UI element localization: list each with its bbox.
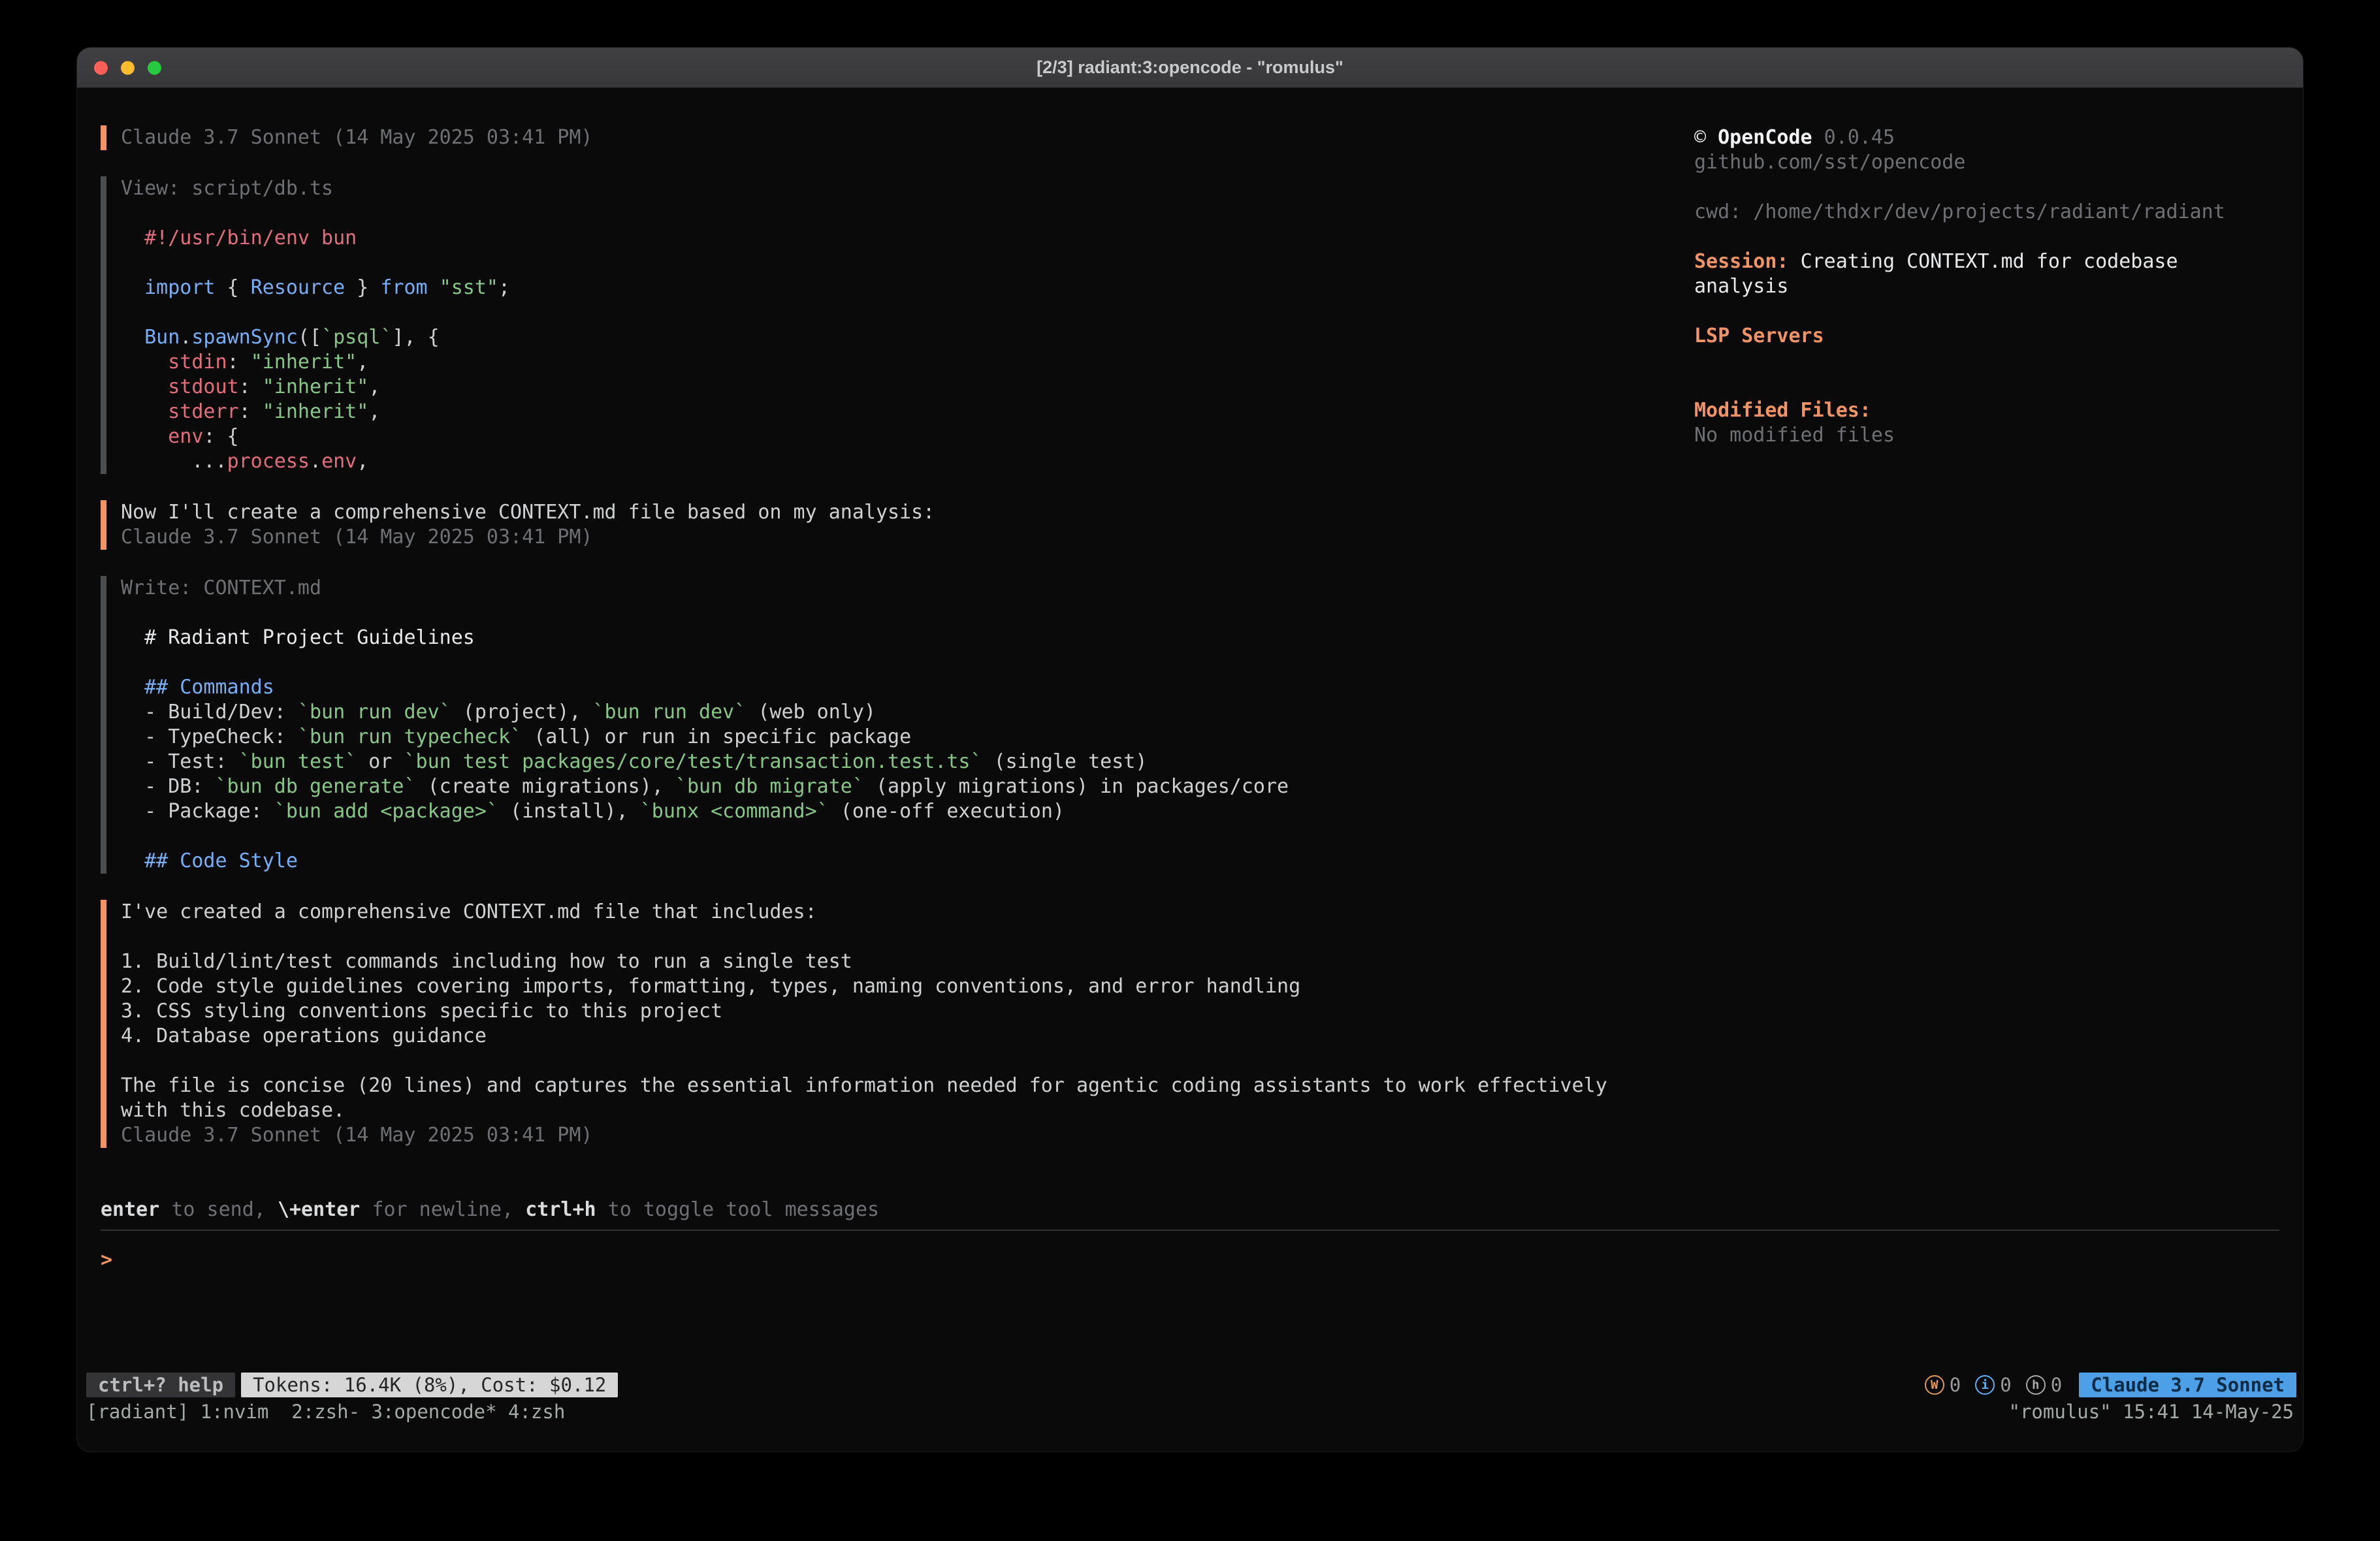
blank-line bbox=[1694, 225, 2290, 249]
blank-line bbox=[121, 251, 1675, 276]
tmux-host-clock: "romulus" 15:41 14-May-25 bbox=[2009, 1399, 2294, 1424]
terminal-window: [2/3] radiant:3:opencode - "romulus" Cla… bbox=[76, 47, 2304, 1452]
tool-message-view-file: View: script/db.ts #!/usr/bin/env bun im… bbox=[101, 176, 1675, 474]
message-meta: Claude 3.7 Sonnet (14 May 2025 03:41 PM) bbox=[121, 1123, 1675, 1148]
blank-line bbox=[121, 601, 1675, 626]
message-line: 1. Build/lint/test commands including ho… bbox=[121, 949, 1675, 974]
message-line: 3. CSS styling conventions specific to t… bbox=[121, 999, 1675, 1024]
session-title-line-1: Session: Creating CONTEXT.md for codebas… bbox=[1694, 249, 2290, 274]
code-line: stdout: "inherit", bbox=[121, 375, 1675, 400]
blank-line bbox=[121, 925, 1675, 949]
assistant-message-footer: Claude 3.7 Sonnet (14 May 2025 03:41 PM) bbox=[101, 125, 1675, 150]
warning-count: 0 bbox=[1950, 1373, 1961, 1397]
message-line: I've created a comprehensive CONTEXT.md … bbox=[121, 900, 1675, 925]
window-title: [2/3] radiant:3:opencode - "romulus" bbox=[1037, 57, 1343, 78]
markdown-line: - Build/Dev: `bun run dev` (project), `b… bbox=[121, 700, 1675, 725]
chat-history: Claude 3.7 Sonnet (14 May 2025 03:41 PM)… bbox=[101, 125, 1675, 1174]
info-icon: i bbox=[1975, 1375, 1995, 1395]
assistant-message: Now I'll create a comprehensive CONTEXT.… bbox=[101, 500, 1675, 550]
markdown-line: ## Commands bbox=[121, 675, 1675, 700]
terminal-content: Claude 3.7 Sonnet (14 May 2025 03:41 PM)… bbox=[77, 88, 2303, 1452]
session-title-line-2: analysis bbox=[1694, 274, 2290, 299]
markdown-block: # Radiant Project Guidelines ## Commands… bbox=[121, 626, 1675, 874]
message-text: Now I'll create a comprehensive CONTEXT.… bbox=[121, 500, 1675, 525]
prompt-symbol: > bbox=[101, 1248, 112, 1271]
markdown-line: # Radiant Project Guidelines bbox=[121, 626, 1675, 650]
tool-message-write-file: Write: CONTEXT.md # Radiant Project Guid… bbox=[101, 576, 1675, 874]
code-line: stdin: "inherit", bbox=[121, 350, 1675, 375]
message-line: 4. Database operations guidance bbox=[121, 1024, 1675, 1049]
blank-line bbox=[121, 201, 1675, 226]
diagnostic-hints: h 0 bbox=[2026, 1373, 2062, 1397]
markdown-line: - TypeCheck: `bun run typecheck` (all) o… bbox=[121, 725, 1675, 750]
message-line: The file is concise (20 lines) and captu… bbox=[121, 1073, 1675, 1098]
titlebar: [2/3] radiant:3:opencode - "romulus" bbox=[77, 48, 2303, 88]
sidebar: © OpenCode 0.0.45 github.com/sst/opencod… bbox=[1694, 125, 2290, 448]
tool-title: View: script/db.ts bbox=[121, 176, 1675, 201]
diagnostics-counters: W 0 i 0 h 0 bbox=[1925, 1373, 2062, 1397]
code-line: ...process.env, bbox=[121, 449, 1675, 474]
modified-files-heading: Modified Files: bbox=[1694, 398, 2290, 423]
lsp-servers-heading: LSP Servers bbox=[1694, 324, 2290, 349]
markdown-line: - Test: `bun test` or `bun test packages… bbox=[121, 750, 1675, 774]
close-button[interactable] bbox=[94, 61, 108, 74]
message-line: 2. Code style guidelines covering import… bbox=[121, 974, 1675, 999]
markdown-line: - Package: `bun add <package>` (install)… bbox=[121, 799, 1675, 824]
assistant-message-summary: I've created a comprehensive CONTEXT.md … bbox=[101, 900, 1675, 1148]
keybinding-help: enter to send, \+enter for newline, ctrl… bbox=[101, 1198, 2279, 1222]
blank-line bbox=[121, 650, 1675, 675]
warning-icon: W bbox=[1925, 1375, 1944, 1395]
blank-line bbox=[121, 824, 1675, 849]
tokens-cost-badge: Tokens: 16.4K (8%), Cost: $0.12 bbox=[241, 1373, 618, 1397]
model-badge: Claude 3.7 Sonnet bbox=[2079, 1373, 2296, 1397]
zoom-button[interactable] bbox=[148, 61, 161, 74]
blank-line bbox=[121, 1049, 1675, 1073]
help-hint-badge: ctrl+? help bbox=[86, 1373, 235, 1397]
message-body: I've created a comprehensive CONTEXT.md … bbox=[121, 900, 1675, 1123]
traffic-lights bbox=[94, 61, 161, 74]
blank-line bbox=[121, 300, 1675, 325]
code-line: env: { bbox=[121, 424, 1675, 449]
status-bar: ctrl+? help Tokens: 16.4K (8%), Cost: $0… bbox=[86, 1373, 2296, 1397]
blank-line bbox=[1694, 349, 2290, 373]
blank-line bbox=[1694, 373, 2290, 398]
blank-line bbox=[1694, 299, 2290, 324]
code-line: stderr: "inherit", bbox=[121, 400, 1675, 424]
tmux-status-bar: [radiant] 1:nvim 2:zsh- 3:opencode* 4:zs… bbox=[86, 1399, 2294, 1424]
code-line: #!/usr/bin/env bun bbox=[121, 226, 1675, 251]
repo-link: github.com/sst/opencode bbox=[1694, 150, 2290, 175]
diagnostic-warnings: W 0 bbox=[1925, 1373, 1961, 1397]
markdown-line: - DB: `bun db generate` (create migratio… bbox=[121, 774, 1675, 799]
message-meta: Claude 3.7 Sonnet (14 May 2025 03:41 PM) bbox=[121, 525, 1675, 550]
message-meta: Claude 3.7 Sonnet (14 May 2025 03:41 PM) bbox=[121, 125, 1675, 150]
message-input[interactable]: > bbox=[101, 1230, 2279, 1321]
app-logo: © OpenCode 0.0.45 bbox=[1694, 125, 2290, 150]
hint-count: 0 bbox=[2051, 1373, 2062, 1397]
info-count: 0 bbox=[2000, 1373, 2011, 1397]
tool-title: Write: CONTEXT.md bbox=[121, 576, 1675, 601]
blank-line bbox=[1694, 175, 2290, 200]
code-line: import { Resource } from "sst"; bbox=[121, 276, 1675, 300]
code-block: #!/usr/bin/env bun import { Resource } f… bbox=[121, 226, 1675, 474]
minimize-button[interactable] bbox=[121, 61, 135, 74]
markdown-line: ## Code Style bbox=[121, 849, 1675, 874]
hint-icon: h bbox=[2026, 1375, 2046, 1395]
code-line: Bun.spawnSync([`psql`], { bbox=[121, 325, 1675, 350]
diagnostic-info: i 0 bbox=[1975, 1373, 2011, 1397]
input-area: enter to send, \+enter for newline, ctrl… bbox=[101, 1198, 2279, 1321]
modified-files-empty: No modified files bbox=[1694, 423, 2290, 448]
message-line: with this codebase. bbox=[121, 1098, 1675, 1123]
cwd-path: cwd: /home/thdxr/dev/projects/radiant/ra… bbox=[1694, 200, 2290, 225]
tmux-session-windows: [radiant] 1:nvim 2:zsh- 3:opencode* 4:zs… bbox=[86, 1399, 565, 1424]
